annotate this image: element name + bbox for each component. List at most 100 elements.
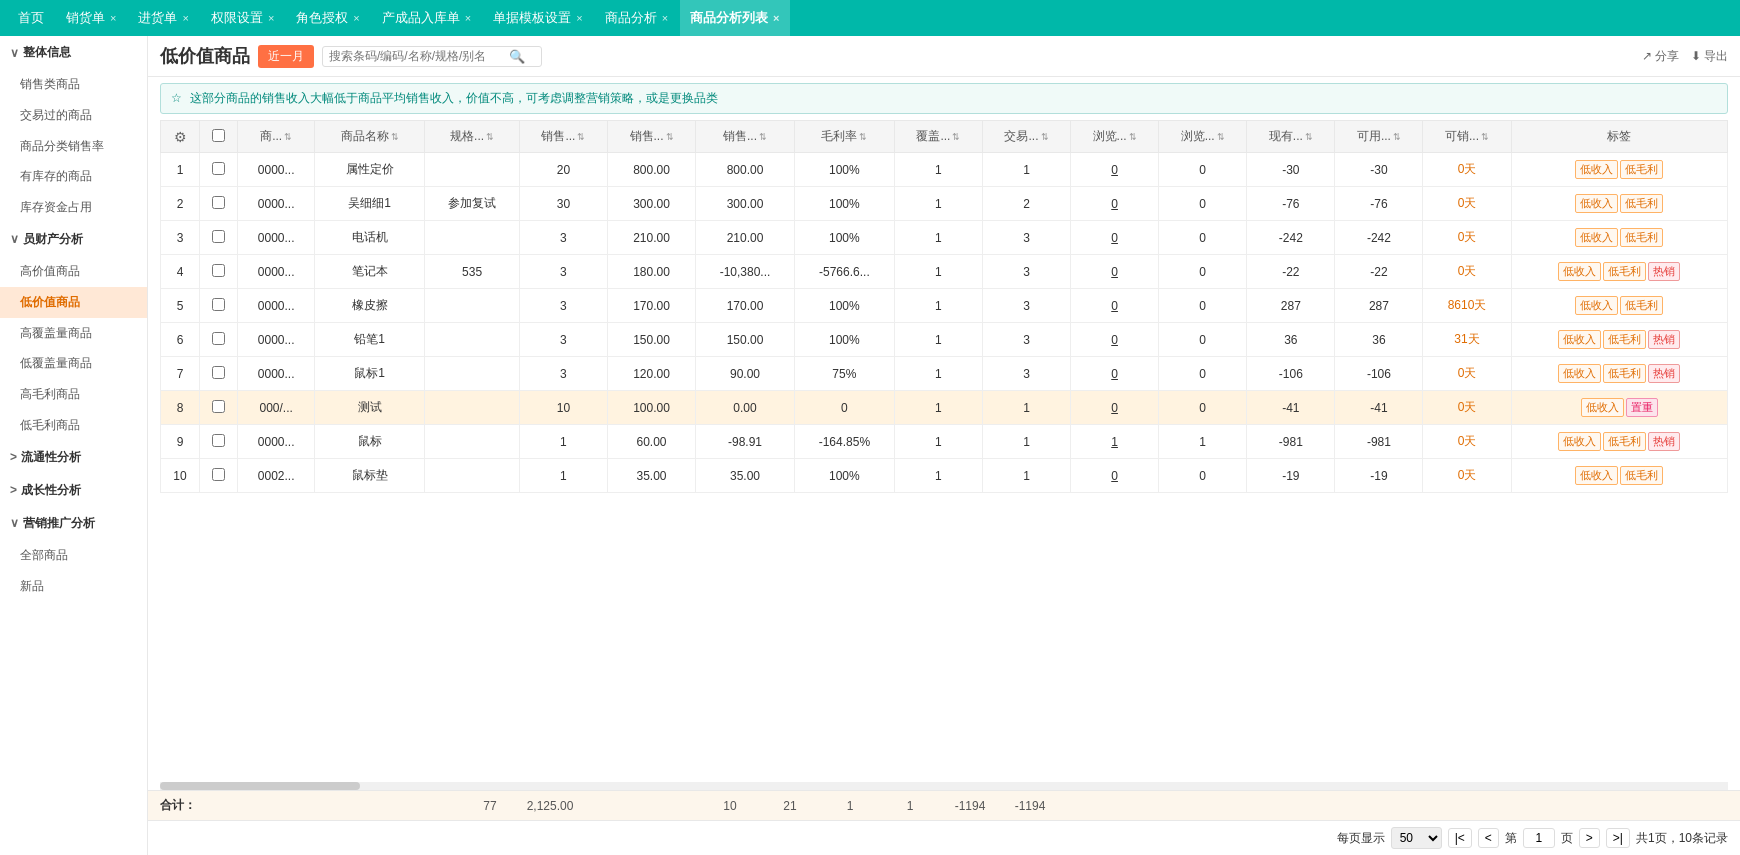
select-all-checkbox[interactable] <box>212 129 225 142</box>
sidebar-section-overall[interactable]: ∨ 整体信息 <box>0 36 147 69</box>
cell-checkbox[interactable] <box>200 459 238 493</box>
nav-product-storage[interactable]: 产成品入库单 × <box>372 0 481 36</box>
nav-purchase-order[interactable]: 进货单 × <box>128 0 198 36</box>
sort-icon[interactable]: ⇅ <box>1481 132 1489 142</box>
close-icon[interactable]: × <box>773 12 779 24</box>
view-count-link[interactable]: 1 <box>1111 435 1118 449</box>
view-count-link[interactable]: 0 <box>1111 231 1118 245</box>
cell-checkbox[interactable] <box>200 255 238 289</box>
row-checkbox[interactable] <box>212 230 225 243</box>
close-icon[interactable]: × <box>353 12 359 24</box>
view-count-link[interactable]: 0 <box>1111 469 1118 483</box>
sidebar-item-low-coverage[interactable]: 低覆盖量商品 <box>0 348 147 379</box>
cell-checkbox[interactable] <box>200 221 238 255</box>
scrollbar-thumb[interactable] <box>160 782 360 790</box>
cell-coverage: 1 <box>894 187 982 221</box>
close-icon[interactable]: × <box>268 12 274 24</box>
cell-checkbox[interactable] <box>200 323 238 357</box>
tag-badge: 低收入 <box>1575 296 1618 315</box>
sort-icon[interactable]: ⇅ <box>952 132 960 142</box>
sort-icon[interactable]: ⇅ <box>1217 132 1225 142</box>
sidebar-item-in-stock-products[interactable]: 有库存的商品 <box>0 161 147 192</box>
row-checkbox[interactable] <box>212 400 225 413</box>
view-count-link[interactable]: 0 <box>1111 333 1118 347</box>
close-icon[interactable]: × <box>576 12 582 24</box>
sort-icon[interactable]: ⇅ <box>486 132 494 142</box>
close-icon[interactable]: × <box>182 12 188 24</box>
cell-checkbox[interactable] <box>200 289 238 323</box>
nav-sales-order[interactable]: 销货单 × <box>56 0 126 36</box>
horizontal-scrollbar[interactable] <box>160 782 1728 790</box>
page-size-select[interactable]: 50 100 200 <box>1391 827 1442 849</box>
view-count-link[interactable]: 0 <box>1111 401 1118 415</box>
row-checkbox[interactable] <box>212 298 225 311</box>
row-checkbox[interactable] <box>212 434 225 447</box>
cell-coverage: 1 <box>894 425 982 459</box>
sort-icon[interactable]: ⇅ <box>1393 132 1401 142</box>
sidebar-item-high-value[interactable]: 高价值商品 <box>0 256 147 287</box>
cell-checkbox[interactable] <box>200 391 238 425</box>
sidebar-item-low-profit[interactable]: 低毛利商品 <box>0 410 147 441</box>
cell-checkbox[interactable] <box>200 187 238 221</box>
sort-icon[interactable]: ⇅ <box>1129 132 1137 142</box>
sidebar-section-financial[interactable]: ∨ 员财产分析 <box>0 223 147 256</box>
nav-permission-setting[interactable]: 权限设置 × <box>201 0 284 36</box>
view-count-link[interactable]: 0 <box>1111 265 1118 279</box>
row-checkbox[interactable] <box>212 196 225 209</box>
sidebar-item-new-products[interactable]: 新品 <box>0 571 147 602</box>
column-gear[interactable]: ⚙ <box>161 121 200 153</box>
close-icon[interactable]: × <box>662 12 668 24</box>
row-checkbox[interactable] <box>212 366 225 379</box>
sort-icon[interactable]: ⇅ <box>666 132 674 142</box>
sidebar-item-high-profit[interactable]: 高毛利商品 <box>0 379 147 410</box>
nav-role-auth[interactable]: 角色授权 × <box>286 0 369 36</box>
next-page-button[interactable]: > <box>1579 828 1600 848</box>
sidebar-item-low-value[interactable]: 低价值商品 <box>0 287 147 318</box>
close-icon[interactable]: × <box>465 12 471 24</box>
nav-product-analysis[interactable]: 商品分析 × <box>595 0 678 36</box>
cell-checkbox[interactable] <box>200 153 238 187</box>
sidebar-item-traded-products[interactable]: 交易过的商品 <box>0 100 147 131</box>
prev-page-button[interactable]: < <box>1478 828 1499 848</box>
last-page-button[interactable]: >| <box>1606 828 1630 848</box>
row-checkbox[interactable] <box>212 264 225 277</box>
search-icon[interactable]: 🔍 <box>509 49 525 64</box>
sidebar-item-category-sales-rate[interactable]: 商品分类销售率 <box>0 131 147 162</box>
row-checkbox[interactable] <box>212 468 225 481</box>
sidebar-item-high-coverage[interactable]: 高覆盖量商品 <box>0 318 147 349</box>
sort-icon[interactable]: ⇅ <box>577 132 585 142</box>
sort-icon[interactable]: ⇅ <box>1305 132 1313 142</box>
tag-badge: 低毛利 <box>1620 194 1663 213</box>
sort-icon[interactable]: ⇅ <box>391 132 399 142</box>
row-checkbox[interactable] <box>212 162 225 175</box>
view-count-link[interactable]: 0 <box>1111 299 1118 313</box>
sort-icon[interactable]: ⇅ <box>859 132 867 142</box>
sidebar-item-sales-products[interactable]: 销售类商品 <box>0 69 147 100</box>
nav-home[interactable]: 首页 <box>8 0 54 36</box>
sidebar-item-all-products[interactable]: 全部商品 <box>0 540 147 571</box>
sidebar-section-growth[interactable]: > 成长性分析 <box>0 474 147 507</box>
sidebar-section-circulation[interactable]: > 流通性分析 <box>0 441 147 474</box>
nav-template-setting[interactable]: 单据模板设置 × <box>483 0 592 36</box>
row-checkbox[interactable] <box>212 332 225 345</box>
export-button[interactable]: ⬇ 导出 <box>1691 48 1728 65</box>
cell-checkbox[interactable] <box>200 425 238 459</box>
share-button[interactable]: ↗ 分享 <box>1642 48 1679 65</box>
gear-icon[interactable]: ⚙ <box>174 129 187 145</box>
sidebar-section-marketing[interactable]: ∨ 营销推广分析 <box>0 507 147 540</box>
view-count-link[interactable]: 0 <box>1111 163 1118 177</box>
cell-sale-amount: -10,380... <box>696 255 795 289</box>
sidebar-item-inventory-capital[interactable]: 库存资金占用 <box>0 192 147 223</box>
close-icon[interactable]: × <box>110 12 116 24</box>
cell-checkbox[interactable] <box>200 357 238 391</box>
view-count-link[interactable]: 0 <box>1111 197 1118 211</box>
search-input[interactable] <box>329 49 509 63</box>
sort-icon[interactable]: ⇅ <box>759 132 767 142</box>
page-number-input[interactable] <box>1523 828 1555 848</box>
first-page-button[interactable]: |< <box>1448 828 1472 848</box>
view-count-link[interactable]: 0 <box>1111 367 1118 381</box>
filter-recent-month-button[interactable]: 近一月 <box>258 45 314 68</box>
nav-product-analysis-list[interactable]: 商品分析列表 × <box>680 0 789 36</box>
sort-icon[interactable]: ⇅ <box>284 132 292 142</box>
sort-icon[interactable]: ⇅ <box>1041 132 1049 142</box>
